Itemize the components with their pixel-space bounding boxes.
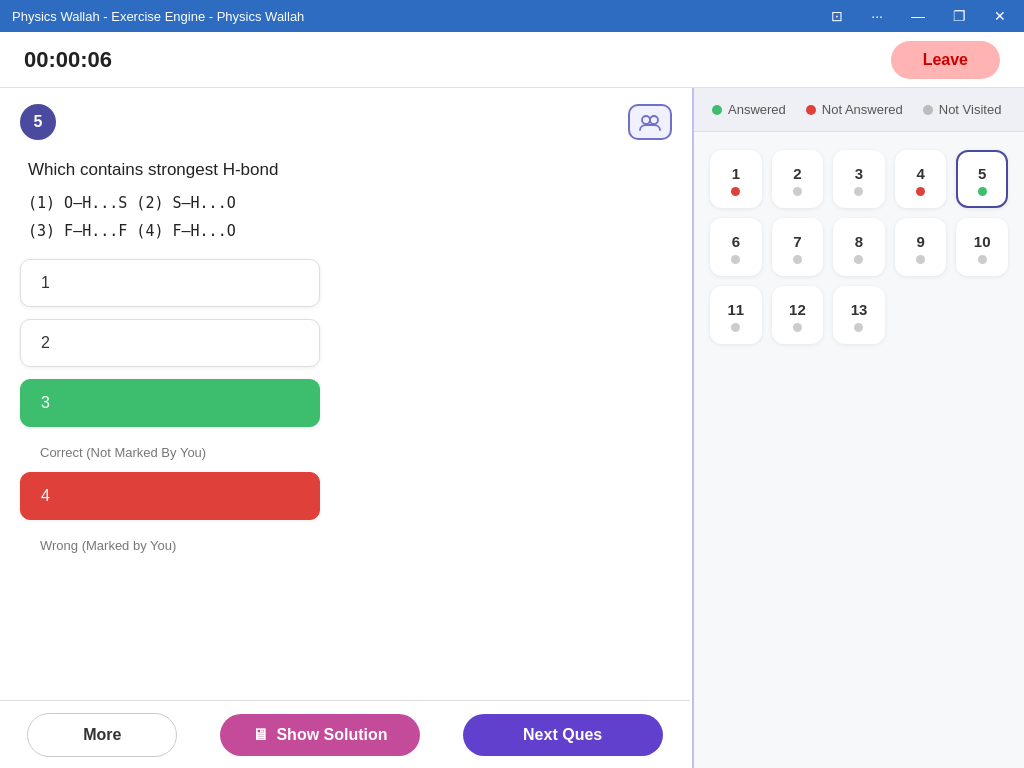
question-item-4[interactable]: 4	[895, 150, 947, 208]
window-controls: ⊡ ··· — ❐ ✕	[825, 6, 1012, 26]
question-number-9: 9	[916, 233, 924, 250]
title-bar: Physics Wallah - Exercise Engine - Physi…	[0, 0, 1024, 32]
question-item-2[interactable]: 2	[772, 150, 824, 208]
question-status-dot-4	[916, 187, 925, 196]
right-panel: Answered Not Answered Not Visited 123456…	[694, 88, 1024, 768]
question-item-9[interactable]: 9	[895, 218, 947, 276]
question-status-dot-12	[793, 323, 802, 332]
option-4[interactable]: 4	[20, 472, 320, 520]
show-solution-button[interactable]: 🖥 Show Solution	[220, 714, 420, 756]
question-number-7: 7	[793, 233, 801, 250]
question-number-8: 8	[855, 233, 863, 250]
question-item-3[interactable]: 3	[833, 150, 885, 208]
question-number-1: 1	[732, 165, 740, 182]
close-btn[interactable]: ✕	[988, 6, 1012, 26]
svg-point-1	[650, 116, 658, 124]
question-status-dot-1	[731, 187, 740, 196]
solution-icon: 🖥	[252, 726, 268, 744]
correct-label: Correct (Not Marked By You)	[20, 439, 672, 460]
maximize-btn[interactable]: ❐	[947, 6, 972, 26]
question-item-7[interactable]: 7	[772, 218, 824, 276]
answered-label: Answered	[728, 102, 786, 117]
answered-dot	[712, 105, 722, 115]
cast-btn[interactable]: ⊡	[825, 6, 849, 26]
wrong-label: Wrong (Marked by You)	[20, 532, 672, 553]
question-number-3: 3	[855, 165, 863, 182]
leave-button[interactable]: Leave	[891, 41, 1000, 79]
legend: Answered Not Answered Not Visited	[694, 88, 1024, 132]
question-item-8[interactable]: 8	[833, 218, 885, 276]
svg-point-0	[642, 116, 650, 124]
timer-display: 00:00:06	[24, 47, 112, 73]
legend-not-answered: Not Answered	[806, 102, 903, 117]
main-layout: 5 Which contains strongest H-bond (1) O–…	[0, 88, 1024, 768]
question-number-5: 5	[978, 165, 986, 182]
option-1[interactable]: 1	[20, 259, 320, 307]
question-item-11[interactable]: 11	[710, 286, 762, 344]
question-item-10[interactable]: 10	[956, 218, 1008, 276]
question-item-6[interactable]: 6	[710, 218, 762, 276]
not-answered-label: Not Answered	[822, 102, 903, 117]
legend-answered: Answered	[712, 102, 786, 117]
question-number-11: 11	[727, 301, 744, 318]
left-panel: 5 Which contains strongest H-bond (1) O–…	[0, 88, 694, 768]
question-text: Which contains strongest H-bond (1) O–H.…	[0, 148, 692, 259]
question-status-dot-11	[731, 323, 740, 332]
question-status-dot-6	[731, 255, 740, 264]
question-item-13[interactable]: 13	[833, 286, 885, 344]
legend-not-visited: Not Visited	[923, 102, 1002, 117]
question-status-dot-2	[793, 187, 802, 196]
question-number: 5	[20, 104, 56, 140]
question-number-2: 2	[793, 165, 801, 182]
not-visited-dot	[923, 105, 933, 115]
question-number-6: 6	[732, 233, 740, 250]
question-status-dot-10	[978, 255, 987, 264]
question-number-10: 10	[974, 233, 991, 250]
not-visited-label: Not Visited	[939, 102, 1002, 117]
question-status-dot-8	[854, 255, 863, 264]
question-number-4: 4	[916, 165, 924, 182]
question-status-dot-3	[854, 187, 863, 196]
question-item-1[interactable]: 1	[710, 150, 762, 208]
app-title: Physics Wallah - Exercise Engine - Physi…	[12, 9, 304, 24]
minimize-btn[interactable]: —	[905, 6, 931, 26]
option-2[interactable]: 2	[20, 319, 320, 367]
next-question-button[interactable]: Next Ques	[463, 714, 663, 756]
options-area: 1 2 3 Correct (Not Marked By You) 4 Wron…	[0, 259, 692, 553]
footer-bar: More 🖥 Show Solution Next Ques	[0, 700, 690, 768]
question-number-13: 13	[851, 301, 868, 318]
more-button[interactable]: More	[27, 713, 177, 757]
not-answered-dot	[806, 105, 816, 115]
question-header: 5	[0, 88, 692, 148]
header: 00:00:06 Leave	[0, 32, 1024, 88]
question-status-dot-7	[793, 255, 802, 264]
group-icon[interactable]	[628, 104, 672, 140]
question-item-12[interactable]: 12	[772, 286, 824, 344]
question-number-12: 12	[789, 301, 806, 318]
question-item-5[interactable]: 5	[956, 150, 1008, 208]
question-status-dot-13	[854, 323, 863, 332]
question-status-dot-9	[916, 255, 925, 264]
question-status-dot-5	[978, 187, 987, 196]
more-menu-btn[interactable]: ···	[865, 6, 889, 26]
questions-grid: 12345678910111213	[694, 132, 1024, 362]
option-3[interactable]: 3	[20, 379, 320, 427]
